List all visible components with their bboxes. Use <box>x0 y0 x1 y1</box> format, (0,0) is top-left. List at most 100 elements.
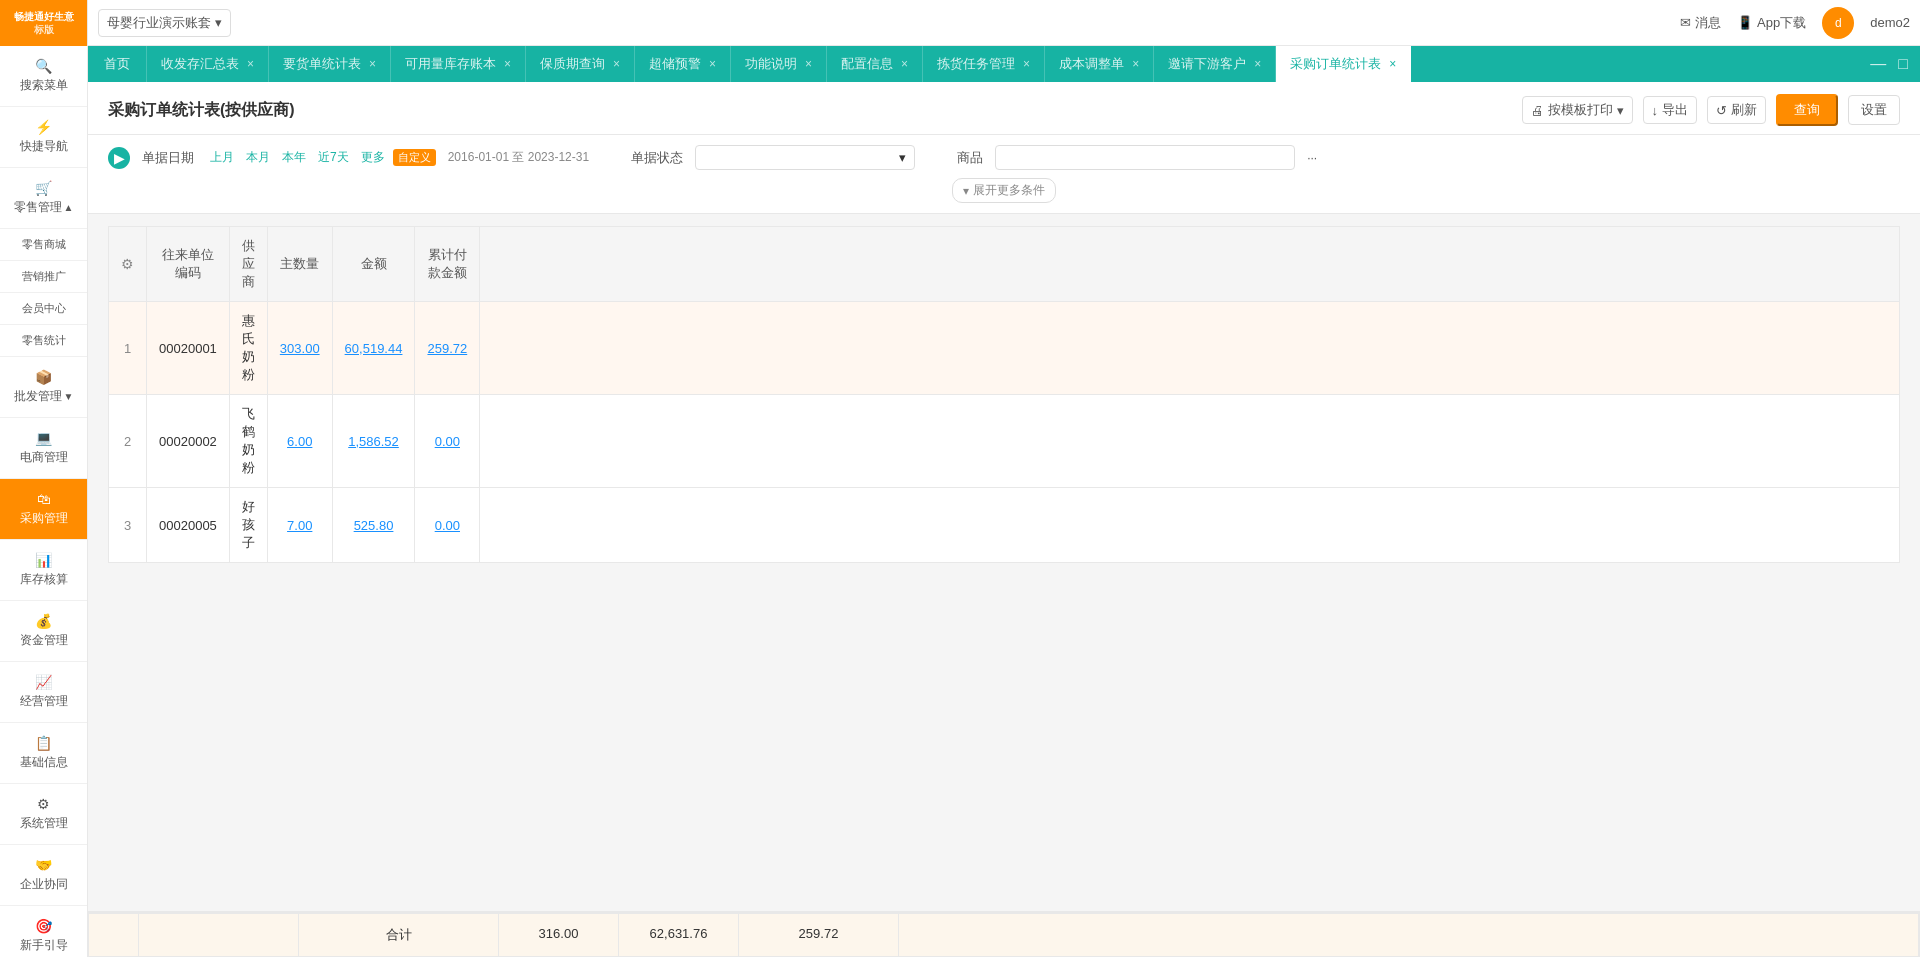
sidebar-item-retail-stats[interactable]: 零售统计 <box>0 325 87 357</box>
tab-close-icon[interactable]: × <box>1254 57 1261 71</box>
shortcut-this-year[interactable]: 本年 <box>278 148 310 167</box>
shortcut-this-month[interactable]: 本月 <box>242 148 274 167</box>
tab-close-icon[interactable]: × <box>504 57 511 71</box>
app-logo: 畅捷通好生意 标版 <box>0 0 87 46</box>
tab-receipt-summary[interactable]: 收发存汇总表 × <box>147 46 269 82</box>
app-download-label: App下载 <box>1757 14 1806 32</box>
refresh-label: 刷新 <box>1731 101 1757 119</box>
sidebar-item-wholesale[interactable]: 📦 批发管理 ▼ <box>0 357 87 418</box>
sidebar-item-operations[interactable]: 📈 经营管理 <box>0 662 87 723</box>
shortcut-more[interactable]: 更多 <box>357 148 389 167</box>
cell-qty[interactable]: 6.00 <box>267 395 332 488</box>
filter-expand-button[interactable]: ▶ <box>108 147 130 169</box>
sidebar-item-ecommerce[interactable]: 💻 电商管理 <box>0 418 87 479</box>
topbar: 母婴行业演示账套 ▾ ✉ 消息 📱 App下载 d demo2 <box>88 0 1920 46</box>
expand-more-button[interactable]: ▾ 展开更多条件 <box>952 178 1056 203</box>
tab-close-icon[interactable]: × <box>1023 57 1030 71</box>
main-area: 母婴行业演示账套 ▾ ✉ 消息 📱 App下载 d demo2 首页 收发存汇总… <box>88 0 1920 957</box>
cell-code: 00020005 <box>147 488 230 563</box>
goods-input[interactable] <box>995 145 1295 170</box>
expand-chevron-down-icon: ▾ <box>963 184 969 198</box>
tab-close-icon[interactable]: × <box>369 57 376 71</box>
cell-paid[interactable]: 259.72 <box>415 302 480 395</box>
tab-label: 成本调整单 <box>1059 55 1124 73</box>
sidebar-item-label: 搜索菜单 <box>20 77 68 94</box>
shortcut-7days[interactable]: 近7天 <box>314 148 353 167</box>
sidebar-item-collab[interactable]: 🤝 企业协同 <box>0 845 87 906</box>
message-action[interactable]: ✉ 消息 <box>1680 14 1721 32</box>
sidebar-item-inventory[interactable]: 📊 库存核算 <box>0 540 87 601</box>
print-button[interactable]: 🖨 按模板打印 ▾ <box>1522 96 1633 124</box>
tab-label: 收发存汇总表 <box>161 55 239 73</box>
sidebar-item-system[interactable]: ⚙ 系统管理 <box>0 784 87 845</box>
cell-qty[interactable]: 7.00 <box>267 488 332 563</box>
tab-close-icon[interactable]: × <box>805 57 812 71</box>
custom-date-badge[interactable]: 自定义 <box>393 149 436 166</box>
cell-supplier: 飞鹤奶粉 <box>229 395 267 488</box>
sidebar-item-retail-mgmt[interactable]: 🛒 零售管理 ▲ <box>0 168 87 229</box>
data-table: ⚙ 往来单位编码 供应商 主数量 金额 累计付款金额 1 00020001 <box>108 226 1900 563</box>
refresh-button[interactable]: ↺ 刷新 <box>1707 96 1766 124</box>
print-label: 按模板打印 <box>1548 101 1613 119</box>
tab-close-icon[interactable]: × <box>709 57 716 71</box>
tab-expiry[interactable]: 保质期查询 × <box>526 46 635 82</box>
col-supplier-header: 供应商 <box>229 227 267 302</box>
topbar-right: ✉ 消息 📱 App下载 d demo2 <box>1680 7 1910 39</box>
tab-overstock[interactable]: 超储预警 × <box>635 46 731 82</box>
sidebar-item-search[interactable]: 🔍 搜索菜单 <box>0 46 87 107</box>
workspace-selector[interactable]: 母婴行业演示账套 ▾ <box>98 9 231 37</box>
footer-seq-cell <box>89 914 139 956</box>
tab-cost-adjust[interactable]: 成本调整单 × <box>1045 46 1154 82</box>
tab-close-icon[interactable]: × <box>901 57 908 71</box>
sidebar-item-label: 新手引导 <box>20 937 68 954</box>
tab-config[interactable]: 配置信息 × <box>827 46 923 82</box>
shortcut-last-month[interactable]: 上月 <box>206 148 238 167</box>
cell-amount[interactable]: 525.80 <box>332 488 415 563</box>
user-avatar[interactable]: d <box>1822 7 1854 39</box>
tab-picking[interactable]: 拣货任务管理 × <box>923 46 1045 82</box>
sidebar-item-label: 批发管理 <box>14 388 62 405</box>
cell-paid[interactable]: 0.00 <box>415 488 480 563</box>
tab-available-stock[interactable]: 可用量库存账本 × <box>391 46 526 82</box>
app-download-action[interactable]: 📱 App下载 <box>1737 14 1806 32</box>
sidebar-item-finance[interactable]: 💰 资金管理 <box>0 601 87 662</box>
cell-amount[interactable]: 60,519.44 <box>332 302 415 395</box>
tab-maximize-icon[interactable]: □ <box>1894 53 1912 75</box>
export-button[interactable]: ↓ 导出 <box>1643 96 1698 124</box>
tab-close-icon[interactable]: × <box>247 57 254 71</box>
tab-label: 拣货任务管理 <box>937 55 1015 73</box>
tab-home[interactable]: 首页 <box>88 46 147 82</box>
tab-label: 超储预警 <box>649 55 701 73</box>
tab-minimize-icon[interactable]: — <box>1866 53 1890 75</box>
sidebar-item-shortcut[interactable]: ⚡ 快捷导航 <box>0 107 87 168</box>
tab-order-stats[interactable]: 要货单统计表 × <box>269 46 391 82</box>
download-icon: 📱 <box>1737 15 1753 30</box>
guide-icon: 🎯 <box>35 918 52 934</box>
status-select[interactable]: ▾ <box>695 145 915 170</box>
tab-purchase-summary[interactable]: 采购订单统计表 × <box>1276 46 1411 82</box>
date-shortcuts: 上月 本月 本年 近7天 更多 自定义 <box>206 148 436 167</box>
tab-function-desc[interactable]: 功能说明 × <box>731 46 827 82</box>
sidebar-item-guide[interactable]: 🎯 新手引导 <box>0 906 87 957</box>
tab-invite-customer[interactable]: 邀请下游客户 × <box>1154 46 1276 82</box>
cell-paid[interactable]: 0.00 <box>415 395 480 488</box>
workspace-chevron: ▾ <box>215 15 222 30</box>
filter-more-icon[interactable]: ··· <box>1307 151 1317 165</box>
query-button[interactable]: 查询 <box>1776 94 1838 126</box>
sidebar-item-marketing[interactable]: 营销推广 <box>0 261 87 293</box>
tab-close-icon[interactable]: × <box>613 57 620 71</box>
cell-qty[interactable]: 303.00 <box>267 302 332 395</box>
column-settings-icon[interactable]: ⚙ <box>121 256 134 272</box>
cell-amount[interactable]: 1,586.52 <box>332 395 415 488</box>
sidebar-item-purchase[interactable]: 🛍 采购管理 <box>0 479 87 540</box>
finance-icon: 💰 <box>35 613 52 629</box>
sidebar-item-members[interactable]: 会员中心 <box>0 293 87 325</box>
tab-close-icon[interactable]: × <box>1389 57 1396 71</box>
sidebar-item-basic-info[interactable]: 📋 基础信息 <box>0 723 87 784</box>
refresh-icon: ↺ <box>1716 103 1727 118</box>
tab-close-icon[interactable]: × <box>1132 57 1139 71</box>
sidebar-item-label: 库存核算 <box>20 571 68 588</box>
cell-seq: 1 <box>109 302 147 395</box>
settings-button[interactable]: 设置 <box>1848 95 1900 125</box>
sidebar-item-retail-store[interactable]: 零售商城 <box>0 229 87 261</box>
